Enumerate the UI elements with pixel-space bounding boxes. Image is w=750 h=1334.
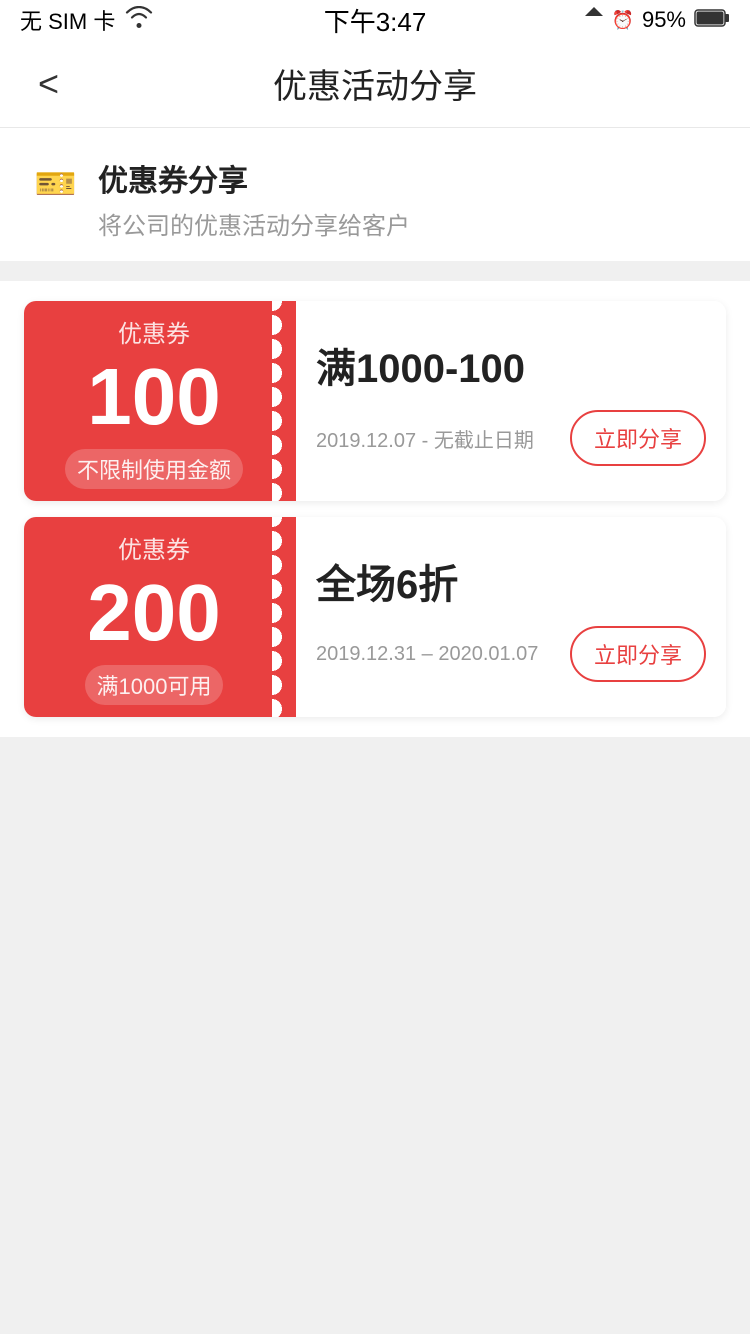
back-button[interactable]: < [28,53,69,115]
coupon-condition-1: 不限制使用金额 [65,449,243,489]
coupon-card-1: 优惠券 100 不限制使用金额 满1000-100 2019.12.07 - 无… [24,301,726,501]
coupon-name-2: 全场6折 [316,552,706,610]
page-title: 优惠活动分享 [273,59,477,108]
divider [0,261,750,281]
status-bar: 无 SIM 卡 下午3:47 ⏰ 95% [0,0,750,40]
coupon-amount-1: 100 [87,357,220,437]
coupon-footer-2: 2019.12.31 – 2020.01.07 立即分享 [316,626,706,682]
share-button-1[interactable]: 立即分享 [570,410,706,466]
coupon-name-1: 满1000-100 [316,336,706,394]
alarm-icon: ⏰ [612,10,634,31]
carrier-text: 无 SIM 卡 [20,4,115,36]
empty-area [0,737,750,1237]
coupon-left-2: 优惠券 200 满1000可用 [24,517,284,717]
section-header: 🎫 优惠券分享 将公司的优惠活动分享给客户 [0,128,750,261]
coupon-right-1: 满1000-100 2019.12.07 - 无截止日期 立即分享 [284,301,726,501]
coupon-date-1: 2019.12.07 - 无截止日期 [316,424,534,453]
time-display: 下午3:47 [324,2,427,39]
share-button-2[interactable]: 立即分享 [570,626,706,682]
section-title: 优惠券分享 [98,156,410,200]
status-left: 无 SIM 卡 [20,4,153,36]
coupon-left-1: 优惠券 100 不限制使用金额 [24,301,284,501]
battery-icon [694,7,730,33]
status-right: ⏰ 95% [584,6,730,34]
coupon-footer-1: 2019.12.07 - 无截止日期 立即分享 [316,410,706,466]
section-subtitle: 将公司的优惠活动分享给客户 [98,206,410,241]
coupon-condition-2: 满1000可用 [85,665,224,705]
coupon-label-1: 优惠券 [118,314,190,349]
coupon-card-2: 优惠券 200 满1000可用 全场6折 2019.12.31 – 2020.0… [24,517,726,717]
coupon-label-2: 优惠券 [118,530,190,565]
location-icon [584,6,604,34]
coupon-date-2: 2019.12.31 – 2020.01.07 [316,643,538,666]
battery-text: 95% [642,7,686,33]
coupon-list: 优惠券 100 不限制使用金额 满1000-100 2019.12.07 - 无… [0,281,750,737]
coupon-right-2: 全场6折 2019.12.31 – 2020.01.07 立即分享 [284,517,726,717]
section-text-block: 优惠券分享 将公司的优惠活动分享给客户 [98,156,410,241]
section-icon: 🎫 [30,158,82,210]
wifi-icon [125,6,153,34]
coupon-amount-2: 200 [87,573,220,653]
nav-bar: < 优惠活动分享 [0,40,750,128]
